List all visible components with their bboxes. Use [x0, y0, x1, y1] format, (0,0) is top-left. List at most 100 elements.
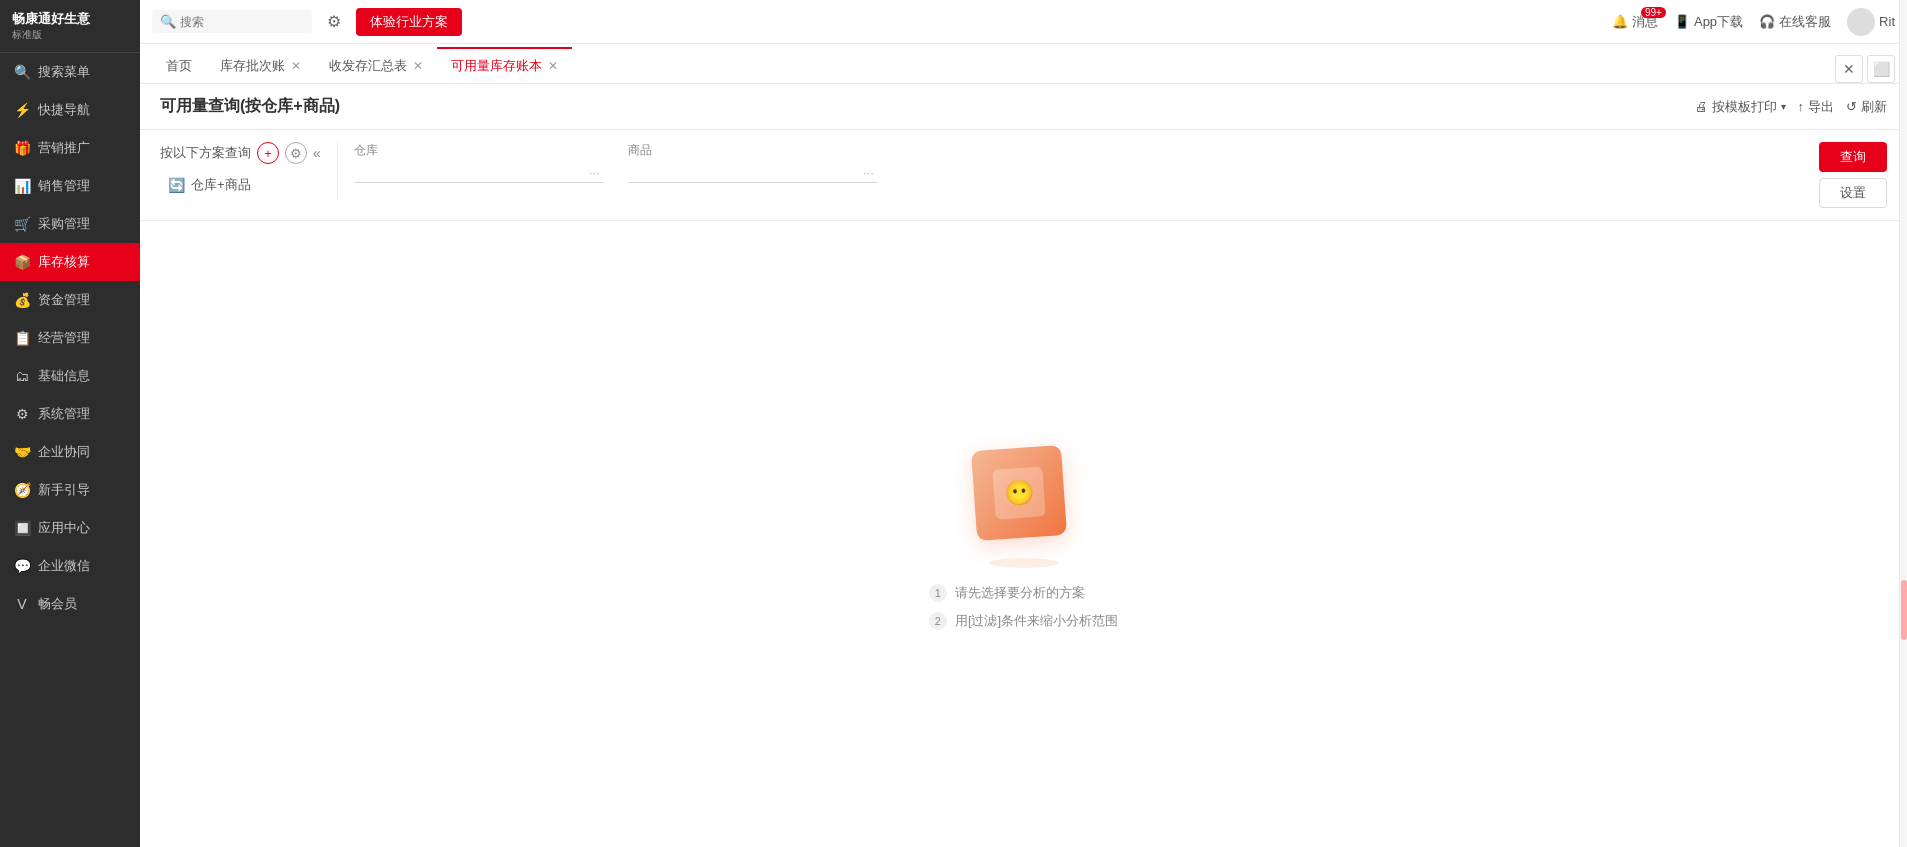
print-template-button[interactable]: 🖨 按模板打印 ▾	[1695, 98, 1786, 116]
sidebar-label-operation: 经营管理	[38, 329, 90, 347]
tab-available[interactable]: 可用量库存账本 ✕	[437, 47, 572, 83]
sidebar-icon-system: ⚙	[14, 406, 30, 422]
goods-more-btn[interactable]: ···	[863, 165, 874, 180]
sidebar-label-finance: 资金管理	[38, 291, 90, 309]
sidebar-icon-guide: 🧭	[14, 482, 30, 498]
empty-box: 😶	[970, 445, 1066, 541]
sidebar-icon-sales: 📊	[14, 178, 30, 194]
app-download-button[interactable]: 📱 App下载	[1674, 13, 1743, 31]
tabs-window-controls: ✕ ⬜	[1835, 55, 1895, 83]
print-icon: 🖨	[1695, 99, 1708, 114]
export-button[interactable]: ↑ 导出	[1798, 98, 1835, 116]
warehouse-more-btn[interactable]: ···	[589, 165, 600, 180]
tab-batch[interactable]: 库存批次账 ✕	[206, 47, 315, 83]
sidebar-item-finance[interactable]: 💰 资金管理	[0, 281, 140, 319]
query-button[interactable]: 查询	[1819, 142, 1887, 172]
empty-tips: 1 请先选择要分析的方案 2 用[过滤]条件来缩小分析范围	[929, 584, 1118, 630]
tab-summary-label: 收发存汇总表	[329, 57, 407, 75]
tip-num-1: 1	[929, 584, 947, 602]
page-title: 可用量查询(按仓库+商品)	[160, 96, 340, 117]
main-area: 🔍 ⚙ 体验行业方案 🔔 消息 99+ 📱 App下载 🎧 在线客服 Rit	[140, 0, 1907, 847]
add-scheme-btn[interactable]: +	[257, 142, 279, 164]
topbar-right: 🔔 消息 99+ 📱 App下载 🎧 在线客服 Rit	[1612, 8, 1895, 36]
trial-button[interactable]: 体验行业方案	[356, 8, 462, 36]
sidebar-label-marketing: 营销推广	[38, 139, 90, 157]
tab-available-label: 可用量库存账本	[451, 57, 542, 75]
sidebar-label-guide: 新手引导	[38, 481, 90, 499]
export-icon: ↑	[1798, 99, 1805, 114]
chevron-down-icon: ▾	[1781, 101, 1786, 112]
sidebar-item-member[interactable]: V 畅会员	[0, 585, 140, 623]
tip-num-2: 2	[929, 612, 947, 630]
sidebar-item-quicknav[interactable]: ⚡ 快捷导航	[0, 91, 140, 129]
sidebar-icon-apps: 🔲	[14, 520, 30, 536]
topbar: 🔍 ⚙ 体验行业方案 🔔 消息 99+ 📱 App下载 🎧 在线客服 Rit	[140, 0, 1907, 44]
page-header-actions: 🖨 按模板打印 ▾ ↑ 导出 ↺ 刷新	[1695, 98, 1888, 116]
sidebar-label-quicknav: 快捷导航	[38, 101, 90, 119]
goods-input[interactable]	[632, 165, 859, 180]
empty-tip-1-text: 请先选择要分析的方案	[955, 584, 1085, 602]
sidebar-label-basic: 基础信息	[38, 367, 90, 385]
scrollbar-thumb	[1901, 580, 1907, 640]
tab-summary-close[interactable]: ✕	[413, 59, 423, 73]
sidebar-item-search[interactable]: 🔍 搜索菜单	[0, 53, 140, 91]
sidebar-label-apps: 应用中心	[38, 519, 90, 537]
user-name: Rit	[1879, 14, 1895, 29]
sidebar-label-member: 畅会员	[38, 595, 77, 613]
topbar-search-box[interactable]: 🔍	[152, 10, 312, 33]
maximize-tab-window-btn[interactable]: ⬜	[1867, 55, 1895, 83]
empty-shadow	[989, 558, 1059, 568]
online-service-button[interactable]: 🎧 在线客服	[1759, 13, 1831, 31]
goods-filter: 商品 ···	[628, 142, 878, 183]
refresh-button[interactable]: ↺ 刷新	[1846, 98, 1887, 116]
sidebar-item-system[interactable]: ⚙ 系统管理	[0, 395, 140, 433]
sidebar-item-operation[interactable]: 📋 经营管理	[0, 319, 140, 357]
sidebar-item-sales[interactable]: 📊 销售管理	[0, 167, 140, 205]
empty-tip-1: 1 请先选择要分析的方案	[929, 584, 1118, 602]
scheme-label: 按以下方案查询	[160, 144, 251, 162]
sidebar-item-purchase[interactable]: 🛒 采购管理	[0, 205, 140, 243]
sidebar-item-apps[interactable]: 🔲 应用中心	[0, 509, 140, 547]
scheme-selector: 按以下方案查询 + ⚙ « 🔄 仓库+商品	[160, 142, 338, 198]
settings-button[interactable]: 设置	[1819, 178, 1887, 208]
sidebar-item-basic[interactable]: 🗂 基础信息	[0, 357, 140, 395]
notif-badge: 99+	[1641, 7, 1666, 18]
page-content: 可用量查询(按仓库+商品) 🖨 按模板打印 ▾ ↑ 导出 ↺ 刷新	[140, 84, 1907, 847]
sidebar-label-corp: 企业协同	[38, 443, 90, 461]
sidebar-icon-basic: 🗂	[14, 368, 30, 384]
query-section: 按以下方案查询 + ⚙ « 🔄 仓库+商品 仓库 ···	[140, 130, 1907, 221]
right-scrollbar[interactable]	[1899, 0, 1907, 847]
tab-home-label: 首页	[166, 57, 192, 75]
sidebar-icon-operation: 📋	[14, 330, 30, 346]
page-header: 可用量查询(按仓库+商品) 🖨 按模板打印 ▾ ↑ 导出 ↺ 刷新	[140, 84, 1907, 130]
sidebar-item-corp[interactable]: 🤝 企业协同	[0, 433, 140, 471]
scheme-header: 按以下方案查询 + ⚙ «	[160, 142, 321, 164]
print-label: 按模板打印	[1712, 98, 1777, 116]
notification-button[interactable]: 🔔 消息 99+	[1612, 13, 1658, 31]
sidebar-icon-corp: 🤝	[14, 444, 30, 460]
set-scheme-btn[interactable]: ⚙	[285, 142, 307, 164]
warehouse-input[interactable]	[358, 165, 585, 180]
sidebar-item-marketing[interactable]: 🎁 营销推广	[0, 129, 140, 167]
collapse-scheme-btn[interactable]: «	[313, 145, 321, 161]
user-profile[interactable]: Rit	[1847, 8, 1895, 36]
tab-summary[interactable]: 收发存汇总表 ✕	[315, 47, 437, 83]
tab-batch-label: 库存批次账	[220, 57, 285, 75]
tab-available-close[interactable]: ✕	[548, 59, 558, 73]
search-input[interactable]	[180, 15, 290, 29]
sidebar-logo-title: 畅康通好生意	[12, 10, 128, 28]
scheme-item-label: 仓库+商品	[191, 176, 251, 194]
tab-home[interactable]: 首页	[152, 47, 206, 83]
sidebar-icon-marketing: 🎁	[14, 140, 30, 156]
bell-icon: 🔔	[1612, 14, 1628, 29]
sidebar-item-guide[interactable]: 🧭 新手引导	[0, 471, 140, 509]
sidebar-item-inventory[interactable]: 📦 库存核算	[0, 243, 140, 281]
close-tab-window-btn[interactable]: ✕	[1835, 55, 1863, 83]
scheme-item-warehouse-goods[interactable]: 🔄 仓库+商品	[160, 172, 321, 198]
sidebar-item-wechat[interactable]: 💬 企业微信	[0, 547, 140, 585]
tab-batch-close[interactable]: ✕	[291, 59, 301, 73]
gear-icon[interactable]: ⚙	[320, 8, 348, 36]
sidebar-label-inventory: 库存核算	[38, 253, 90, 271]
warehouse-label: 仓库	[354, 142, 604, 159]
empty-state: 😶 1 请先选择要分析的方案 2 用[过滤]条件来缩小分析范围	[140, 221, 1907, 847]
